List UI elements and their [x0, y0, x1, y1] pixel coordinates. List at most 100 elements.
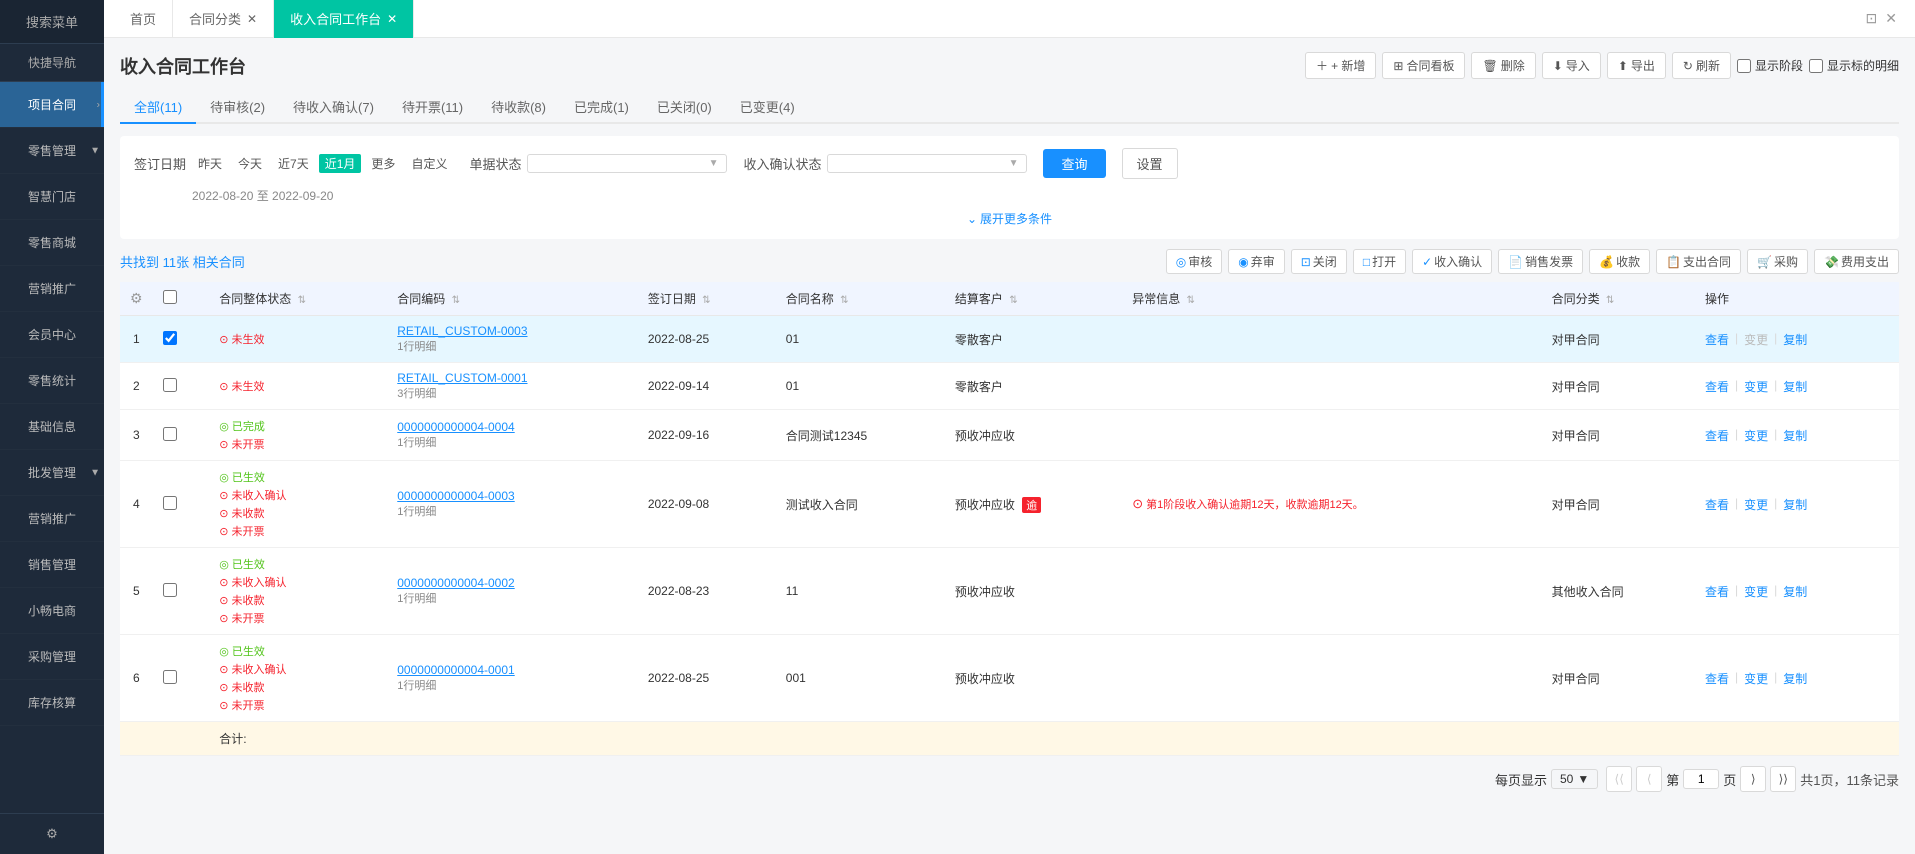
payment-button[interactable]: 💰 收款 — [1589, 249, 1650, 274]
filter-tab-all[interactable]: 全部(11) — [120, 91, 196, 124]
contract-link-5[interactable]: 0000000000004-0002 — [397, 576, 514, 590]
tab-close-contract-category[interactable]: ✕ — [247, 12, 257, 26]
sidebar-item-inventory[interactable]: 库存核算 — [0, 680, 104, 726]
export-button[interactable]: ⬆ 导出 — [1607, 52, 1666, 79]
contract-link-1[interactable]: RETAIL_CUSTOM-0003 — [397, 324, 527, 338]
shortcut-today[interactable]: 今天 — [232, 154, 268, 173]
next-page-button[interactable]: ⟩ — [1740, 766, 1766, 792]
shortcut-more[interactable]: 更多 — [365, 154, 401, 173]
prev-page-button[interactable]: ⟨ — [1636, 766, 1662, 792]
income-confirm-button[interactable]: ✓ 收入确认 — [1412, 249, 1492, 274]
expense-contract-button[interactable]: 📋 支出合同 — [1656, 249, 1741, 274]
view-btn-2[interactable]: 查看 — [1705, 378, 1729, 395]
show-stages-checkbox-label[interactable]: 显示阶段 — [1737, 57, 1803, 74]
row-4-checkbox[interactable] — [163, 496, 177, 510]
page-size-dropdown[interactable]: 50 ▼ — [1551, 769, 1598, 789]
first-page-button[interactable]: ⟨⟨ — [1606, 766, 1632, 792]
view-btn-4[interactable]: 查看 — [1705, 496, 1729, 513]
show-details-checkbox-label[interactable]: 显示标的明细 — [1809, 57, 1899, 74]
row-5-checkbox[interactable] — [163, 583, 177, 597]
filter-tab-pending-invoice[interactable]: 待开票(11) — [388, 91, 477, 124]
last-page-button[interactable]: ⟩⟩ — [1770, 766, 1796, 792]
cost-button[interactable]: 💸 费用支出 — [1814, 249, 1899, 274]
open-contract-button[interactable]: □ 打开 — [1353, 249, 1406, 274]
close-window-button[interactable]: ✕ — [1885, 10, 1897, 27]
row-2-checkbox[interactable] — [163, 378, 177, 392]
sidebar-item-purchase-mgmt[interactable]: 采购管理 — [0, 634, 104, 680]
sidebar-item-smart-store[interactable]: 智慧门店 — [0, 174, 104, 220]
copy-btn-6[interactable]: 复制 — [1783, 670, 1807, 687]
view-btn-3[interactable]: 查看 — [1705, 427, 1729, 444]
row-1-checkbox[interactable] — [163, 331, 177, 345]
review-button[interactable]: ◎ 审核 — [1166, 249, 1223, 274]
sidebar-item-basic-info[interactable]: 基础信息 — [0, 404, 104, 450]
set-button[interactable]: 设置 — [1122, 148, 1178, 179]
shortcut-custom[interactable]: 自定义 — [405, 154, 453, 173]
page-number-input[interactable] — [1683, 769, 1719, 789]
shortcut-1month[interactable]: 近1月 — [319, 154, 362, 173]
confirm-status-select[interactable]: ▼ — [827, 154, 1027, 173]
copy-btn-3[interactable]: 复制 — [1783, 427, 1807, 444]
change-btn-6[interactable]: 变更 — [1744, 670, 1768, 687]
show-stages-checkbox[interactable] — [1737, 59, 1751, 73]
import-button[interactable]: ⬇ 导入 — [1542, 52, 1601, 79]
view-btn-6[interactable]: 查看 — [1705, 670, 1729, 687]
select-all-checkbox[interactable] — [163, 290, 177, 304]
row-3-checkbox[interactable] — [163, 427, 177, 441]
copy-btn-2[interactable]: 复制 — [1783, 378, 1807, 395]
sales-invoice-button[interactable]: 📄 销售发票 — [1498, 249, 1583, 274]
filter-tab-pending-payment[interactable]: 待收款(8) — [477, 91, 560, 124]
query-button[interactable]: 查询 — [1043, 149, 1105, 178]
filter-tab-changed[interactable]: 已变更(4) — [726, 91, 809, 124]
filter-tab-completed[interactable]: 已完成(1) — [560, 91, 643, 124]
change-btn-2[interactable]: 变更 — [1744, 378, 1768, 395]
status-select[interactable]: ▼ — [527, 154, 727, 173]
refresh-button[interactable]: ↻ 刷新 — [1672, 52, 1731, 79]
view-btn-1[interactable]: 查看 — [1705, 331, 1729, 348]
copy-btn-4[interactable]: 复制 — [1783, 496, 1807, 513]
filter-tab-closed[interactable]: 已关闭(0) — [643, 91, 726, 124]
cancel-review-button[interactable]: ◉ 弃审 — [1228, 249, 1285, 274]
restore-window-button[interactable]: ⊡ — [1866, 10, 1878, 27]
change-btn-1[interactable]: 变更 — [1744, 331, 1768, 348]
copy-btn-1[interactable]: 复制 — [1783, 331, 1807, 348]
sidebar-search[interactable]: 搜索菜单 — [0, 0, 104, 44]
sidebar-item-retail-stats[interactable]: 零售统计 — [0, 358, 104, 404]
tab-contract-category[interactable]: 合同分类 ✕ — [173, 0, 274, 38]
expand-more-button[interactable]: ⌄ 展开更多条件 — [967, 210, 1052, 227]
change-btn-4[interactable]: 变更 — [1744, 496, 1768, 513]
sidebar-item-marketing-1[interactable]: 营销推广 — [0, 266, 104, 312]
filter-tab-pending-income[interactable]: 待收入确认(7) — [279, 91, 388, 124]
show-details-checkbox[interactable] — [1809, 59, 1823, 73]
view-btn-5[interactable]: 查看 — [1705, 583, 1729, 600]
tab-home[interactable]: 首页 — [114, 0, 173, 38]
contract-link-3[interactable]: 0000000000004-0004 — [397, 420, 514, 434]
tab-income-contract[interactable]: 收入合同工作台 ✕ — [274, 0, 414, 38]
sidebar-item-sales-mgmt[interactable]: 销售管理 — [0, 542, 104, 588]
sidebar-settings[interactable]: ⚙ — [0, 813, 104, 854]
tab-close-income-contract[interactable]: ✕ — [387, 12, 397, 26]
row-6-checkbox[interactable] — [163, 670, 177, 684]
purchase-button[interactable]: 🛒 采购 — [1747, 249, 1808, 274]
sidebar-item-retail-mall[interactable]: 零售商城 — [0, 220, 104, 266]
sidebar-item-ecommerce[interactable]: 小畅电商 — [0, 588, 104, 634]
close-contract-button[interactable]: ⊡ 关闭 — [1291, 249, 1347, 274]
sidebar-item-wholesale-mgmt[interactable]: 批发管理 ▼ — [0, 450, 104, 496]
add-button[interactable]: ＋ + 新增 — [1305, 52, 1376, 79]
contract-link-6[interactable]: 0000000000004-0001 — [397, 663, 514, 677]
delete-button[interactable]: 🗑 删除 — [1471, 52, 1535, 79]
contract-link-2[interactable]: RETAIL_CUSTOM-0001 — [397, 371, 527, 385]
sidebar-item-retail-mgmt[interactable]: 零售管理 ▼ — [0, 128, 104, 174]
sidebar-item-member[interactable]: 会员中心 — [0, 312, 104, 358]
contract-link-4[interactable]: 0000000000004-0003 — [397, 489, 514, 503]
change-btn-5[interactable]: 变更 — [1744, 583, 1768, 600]
filter-tab-pending-review[interactable]: 待审核(2) — [196, 91, 279, 124]
sidebar-quick-nav[interactable]: 快捷导航 — [0, 44, 104, 82]
shortcut-7days[interactable]: 近7天 — [272, 154, 315, 173]
settings-icon[interactable]: ⚙ — [130, 290, 143, 306]
change-btn-3[interactable]: 变更 — [1744, 427, 1768, 444]
sidebar-item-project-contract[interactable]: 项目合同 › — [0, 82, 104, 128]
sidebar-item-marketing-2[interactable]: 营销推广 — [0, 496, 104, 542]
shortcut-yesterday[interactable]: 昨天 — [192, 154, 228, 173]
kanban-button[interactable]: ⊞ 合同看板 — [1382, 52, 1465, 79]
